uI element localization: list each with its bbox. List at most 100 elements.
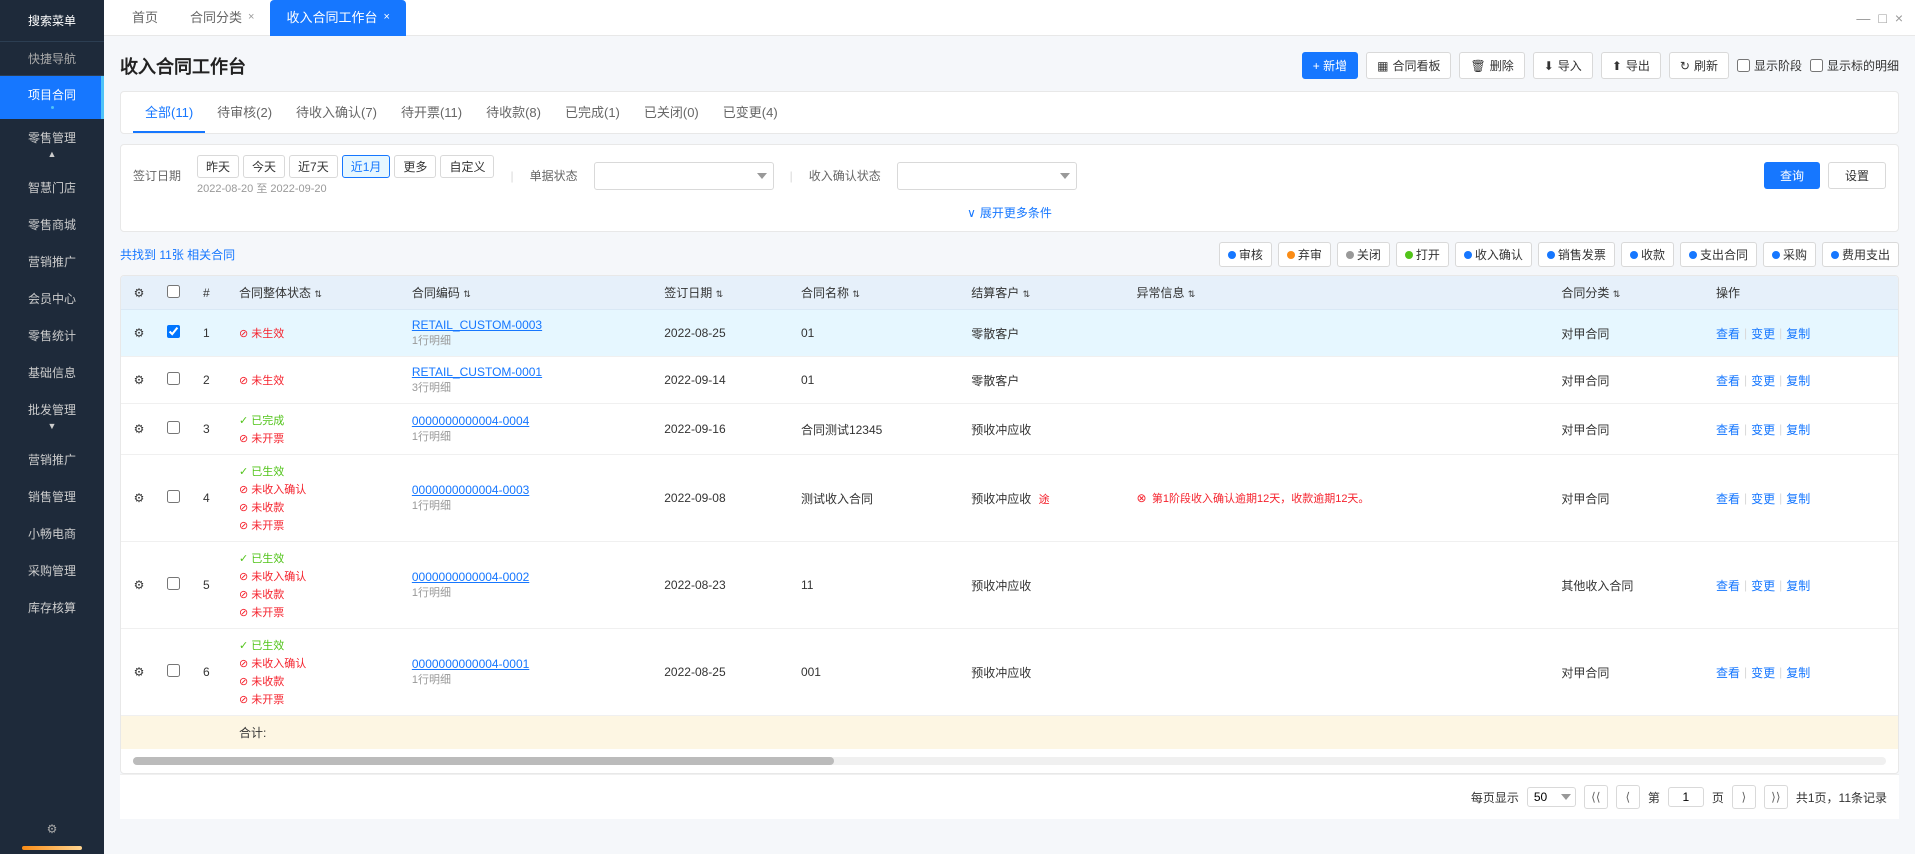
close-icon[interactable]: × (1895, 10, 1903, 26)
row-checkbox[interactable] (157, 455, 193, 542)
status-tab-pending-income[interactable]: 待收入确认(7) (284, 92, 389, 133)
status-tab-pending-invoice[interactable]: 待开票(11) (389, 92, 474, 133)
row-setting[interactable]: ⚙ (121, 310, 157, 357)
col-error-info[interactable]: 异常信息 ⇅ (1126, 276, 1551, 310)
view-btn[interactable]: 查看 (1716, 421, 1740, 438)
col-contract-type[interactable]: 合同分类 ⇅ (1551, 276, 1706, 310)
first-page-btn[interactable]: ⟨⟨ (1584, 785, 1608, 809)
sidebar-item-purchase-mgmt[interactable]: 采购管理 (0, 552, 104, 589)
abandon-btn[interactable]: 弃审 (1278, 242, 1331, 267)
show-fields-checkbox[interactable]: 显示阶段 (1737, 57, 1802, 74)
view-btn[interactable]: 查看 (1716, 577, 1740, 594)
sidebar-search-btn[interactable]: 搜索菜单 (0, 0, 104, 42)
copy-btn[interactable]: 复制 (1786, 372, 1810, 389)
show-detail-checkbox[interactable]: 显示标的明细 (1810, 57, 1899, 74)
filter-today[interactable]: 今天 (243, 155, 285, 178)
filter-last1month[interactable]: 近1月 (342, 155, 391, 178)
doc-status-select[interactable] (594, 162, 774, 190)
last-page-btn[interactable]: ⟩⟩ (1764, 785, 1788, 809)
col-checkbox[interactable] (157, 276, 193, 310)
col-contract-status[interactable]: 合同整体状态 ⇅ (229, 276, 402, 310)
tab-contract-category[interactable]: 合同分类 × (174, 0, 270, 36)
sidebar-item-marketing[interactable]: 营销推广 (0, 243, 104, 280)
export-button[interactable]: ⬆ 导出 (1601, 52, 1661, 79)
view-btn[interactable]: 查看 (1716, 372, 1740, 389)
expense-payout-btn[interactable]: 费用支出 (1822, 242, 1899, 267)
contract-code-link[interactable]: 0000000000004-0001 (412, 657, 529, 671)
refresh-button[interactable]: ↻ 刷新 (1669, 52, 1729, 79)
copy-btn[interactable]: 复制 (1786, 490, 1810, 507)
sidebar-item-wholesale-mgmt[interactable]: 批发管理 ▼ (0, 391, 104, 441)
contract-code-link[interactable]: 0000000000004-0002 (412, 570, 529, 584)
purchase-btn[interactable]: 采购 (1763, 242, 1816, 267)
col-contract-code[interactable]: 合同编码 ⇅ (402, 276, 654, 310)
sales-invoice-btn[interactable]: 销售发票 (1538, 242, 1615, 267)
select-all-checkbox[interactable] (167, 285, 180, 298)
page-number-input[interactable] (1668, 787, 1704, 807)
copy-btn[interactable]: 复制 (1786, 664, 1810, 681)
row-checkbox[interactable] (157, 310, 193, 357)
close-btn[interactable]: 关闭 (1337, 242, 1390, 267)
settings-button[interactable]: 设置 (1828, 162, 1886, 189)
row-setting[interactable]: ⚙ (121, 629, 157, 716)
income-confirm-select[interactable] (897, 162, 1077, 190)
next-page-btn[interactable]: ⟩ (1732, 785, 1756, 809)
show-fields-input[interactable] (1737, 59, 1750, 72)
sidebar-item-retail-mgmt[interactable]: 零售管理 ▲ (0, 119, 104, 169)
sidebar-item-smart-store[interactable]: 智慧门店 (0, 169, 104, 206)
status-tab-pending-payment[interactable]: 待收款(8) (474, 92, 553, 133)
filter-more[interactable]: 更多 (394, 155, 436, 178)
col-customer[interactable]: 结算客户 ⇅ (961, 276, 1126, 310)
tab-close-income-contract[interactable]: × (383, 11, 389, 23)
maximize-icon[interactable]: □ (1878, 10, 1886, 26)
sidebar-item-sales-mgmt[interactable]: 销售管理 (0, 478, 104, 515)
sidebar-item-retail-stats[interactable]: 零售统计 (0, 317, 104, 354)
status-tab-completed[interactable]: 已完成(1) (553, 92, 632, 133)
status-tab-closed[interactable]: 已关闭(0) (632, 92, 711, 133)
review-btn[interactable]: 审核 (1219, 242, 1272, 267)
filter-custom[interactable]: 自定义 (440, 155, 494, 178)
contract-code-link[interactable]: 0000000000004-0004 (412, 414, 529, 428)
sidebar-item-xiaochangec[interactable]: 小畅电商 (0, 515, 104, 552)
copy-btn[interactable]: 复制 (1786, 325, 1810, 342)
status-tab-all[interactable]: 全部(11) (133, 92, 205, 133)
edit-btn[interactable]: 变更 (1751, 664, 1775, 681)
row-setting[interactable]: ⚙ (121, 404, 157, 455)
sidebar-item-project[interactable]: 项目合同 (0, 76, 104, 119)
contract-code-link[interactable]: RETAIL_CUSTOM-0001 (412, 365, 542, 379)
view-btn[interactable]: 查看 (1716, 490, 1740, 507)
prev-page-btn[interactable]: ⟨ (1616, 785, 1640, 809)
sidebar-item-member[interactable]: 会员中心 (0, 280, 104, 317)
sidebar-quicknav[interactable]: 快捷导航 (0, 42, 104, 76)
edit-btn[interactable]: 变更 (1751, 421, 1775, 438)
query-button[interactable]: 查询 (1764, 162, 1820, 189)
contract-code-link[interactable]: RETAIL_CUSTOM-0003 (412, 318, 542, 332)
board-button[interactable]: ▦ 合同看板 (1366, 52, 1451, 79)
sidebar-item-base-info[interactable]: 基础信息 (0, 354, 104, 391)
row-checkbox[interactable] (157, 404, 193, 455)
add-button[interactable]: + 新增 (1302, 52, 1358, 79)
filter-last7[interactable]: 近7天 (289, 155, 338, 178)
sidebar-item-inventory[interactable]: 库存核算 (0, 589, 104, 626)
col-sign-date[interactable]: 签订日期 ⇅ (654, 276, 791, 310)
row-setting[interactable]: ⚙ (121, 455, 157, 542)
row-setting[interactable]: ⚙ (121, 357, 157, 404)
edit-btn[interactable]: 变更 (1751, 577, 1775, 594)
show-detail-input[interactable] (1810, 59, 1823, 72)
filter-yesterday[interactable]: 昨天 (197, 155, 239, 178)
status-tab-pending-review[interactable]: 待审核(2) (205, 92, 284, 133)
copy-btn[interactable]: 复制 (1786, 577, 1810, 594)
row-setting[interactable]: ⚙ (121, 542, 157, 629)
payment-btn[interactable]: 收款 (1621, 242, 1674, 267)
sidebar-settings-btn[interactable]: ⚙ (0, 812, 104, 846)
row-checkbox[interactable] (157, 542, 193, 629)
view-btn[interactable]: 查看 (1716, 325, 1740, 342)
open-btn[interactable]: 打开 (1396, 242, 1449, 267)
col-contract-name[interactable]: 合同名称 ⇅ (791, 276, 961, 310)
tab-home[interactable]: 首页 (116, 0, 174, 36)
contract-code-link[interactable]: 0000000000004-0003 (412, 483, 529, 497)
per-page-select[interactable]: 50 10 20 100 (1527, 787, 1576, 807)
status-tab-changed[interactable]: 已变更(4) (711, 92, 790, 133)
view-btn[interactable]: 查看 (1716, 664, 1740, 681)
col-setting[interactable]: ⚙ (121, 276, 157, 310)
